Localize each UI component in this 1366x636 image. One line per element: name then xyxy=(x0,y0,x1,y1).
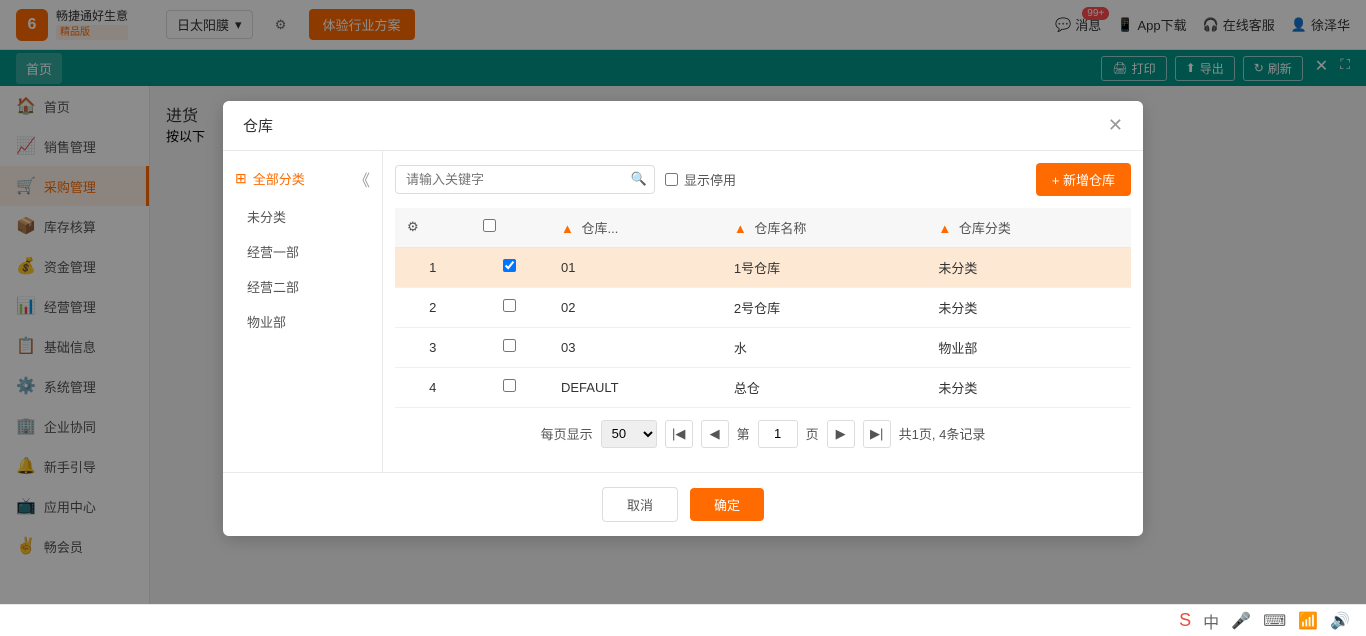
category-item-dept1[interactable]: 经营一部 xyxy=(223,234,382,269)
collapse-button[interactable]: 《 xyxy=(354,167,370,191)
row-category: 未分类 xyxy=(926,287,1131,327)
row-name: 2号仓库 xyxy=(722,287,927,327)
sort-icon-name: ▲ xyxy=(734,221,747,236)
network-icon: 📶 xyxy=(1298,611,1318,631)
modal-body: ⊞ 全部分类 《 未分类 经营一部 经营二部 物业部 🔍 xyxy=(223,151,1143,472)
table-row[interactable]: 2 02 2号仓库 未分类 xyxy=(395,287,1131,327)
row-name: 1号仓库 xyxy=(722,247,927,287)
row-code: DEFAULT xyxy=(549,367,722,407)
row-checkbox[interactable] xyxy=(471,247,549,287)
modal-footer: 取消 确定 xyxy=(223,472,1143,536)
first-page-button[interactable]: |◀ xyxy=(665,420,693,448)
row-num: 3 xyxy=(395,327,471,367)
search-icon: 🔍 xyxy=(631,171,647,187)
modal-header: 仓库 ✕ xyxy=(223,101,1143,151)
category-item-dept2[interactable]: 经营二部 xyxy=(223,269,382,304)
row-code: 02 xyxy=(549,287,722,327)
row-name: 水 xyxy=(722,327,927,367)
search-input[interactable] xyxy=(395,165,655,194)
row-checkbox[interactable] xyxy=(471,367,549,407)
modal-title: 仓库 xyxy=(243,115,273,136)
th-category: ▲ 仓库分类 xyxy=(926,208,1131,248)
volume-icon[interactable]: 🔊 xyxy=(1330,611,1350,631)
per-page-label: 每页显示 xyxy=(541,424,593,443)
next-page-button[interactable]: ▶ xyxy=(827,420,855,448)
show-disabled-label: 显示停用 xyxy=(665,170,736,189)
row-select-checkbox[interactable] xyxy=(503,379,516,392)
cancel-button[interactable]: 取消 xyxy=(602,487,678,522)
row-code: 03 xyxy=(549,327,722,367)
row-category: 未分类 xyxy=(926,367,1131,407)
row-checkbox[interactable] xyxy=(471,287,549,327)
grid-icon: ⊞ xyxy=(235,170,247,187)
row-select-checkbox[interactable] xyxy=(503,299,516,312)
row-num: 4 xyxy=(395,367,471,407)
table-row[interactable]: 4 DEFAULT 总仓 未分类 xyxy=(395,367,1131,407)
bottom-bar: S 中 🎤 ⌨ 📶 🔊 xyxy=(0,604,1366,636)
table-body: 1 01 1号仓库 未分类 2 02 2号仓库 未分类 3 03 水 物业部 4… xyxy=(395,247,1131,407)
confirm-button[interactable]: 确定 xyxy=(690,488,764,521)
th-code: ▲ 仓库... xyxy=(549,208,722,248)
keyboard-icon[interactable]: ⌨ xyxy=(1263,611,1286,631)
total-info: 共1页, 4条记录 xyxy=(899,424,986,443)
table-toolbar: 🔍 显示停用 + 新增仓库 xyxy=(395,163,1131,196)
th-checkbox xyxy=(471,208,549,248)
warehouse-table: ⚙ ▲ 仓库... ▲ xyxy=(395,208,1131,408)
table-header-row: ⚙ ▲ 仓库... ▲ xyxy=(395,208,1131,248)
category-panel: ⊞ 全部分类 《 未分类 经营一部 经营二部 物业部 xyxy=(223,151,383,472)
modal-close-button[interactable]: ✕ xyxy=(1108,115,1123,136)
row-num: 1 xyxy=(395,247,471,287)
row-code: 01 xyxy=(549,247,722,287)
per-page-select[interactable]: 102050100 xyxy=(601,420,657,448)
last-page-button[interactable]: ▶| xyxy=(863,420,891,448)
table-row[interactable]: 1 01 1号仓库 未分类 xyxy=(395,247,1131,287)
table-wrapper: ⚙ ▲ 仓库... ▲ xyxy=(395,208,1131,408)
modal-overlay: 仓库 ✕ ⊞ 全部分类 《 未分类 经营一部 经营二部 物业部 xyxy=(0,0,1366,636)
row-category: 未分类 xyxy=(926,247,1131,287)
show-disabled-checkbox[interactable] xyxy=(665,173,678,186)
sort-icon-cat: ▲ xyxy=(938,221,951,236)
search-wrap: 🔍 xyxy=(395,165,655,194)
th-settings: ⚙ xyxy=(395,208,471,248)
page-label: 第 xyxy=(737,424,750,443)
th-name: ▲ 仓库名称 xyxy=(722,208,927,248)
prev-page-button[interactable]: ◀ xyxy=(701,420,729,448)
row-num: 2 xyxy=(395,287,471,327)
add-warehouse-button[interactable]: + 新增仓库 xyxy=(1036,163,1131,196)
sort-icon: ▲ xyxy=(561,221,574,236)
table-panel: 🔍 显示停用 + 新增仓库 ⚙ xyxy=(383,151,1143,472)
pagination: 每页显示 102050100 |◀ ◀ 第 页 ▶ ▶| 共1页, 4条记录 xyxy=(395,408,1131,460)
page-suffix: 页 xyxy=(806,424,819,443)
category-all[interactable]: ⊞ 全部分类 xyxy=(235,169,305,188)
table-row[interactable]: 3 03 水 物业部 xyxy=(395,327,1131,367)
category-header: ⊞ 全部分类 《 xyxy=(223,159,382,199)
row-select-checkbox[interactable] xyxy=(503,339,516,352)
zh-icon: 中 xyxy=(1203,609,1219,633)
table-head: ⚙ ▲ 仓库... ▲ xyxy=(395,208,1131,248)
row-checkbox[interactable] xyxy=(471,327,549,367)
row-name: 总仓 xyxy=(722,367,927,407)
warehouse-modal: 仓库 ✕ ⊞ 全部分类 《 未分类 经营一部 经营二部 物业部 xyxy=(223,101,1143,536)
row-category: 物业部 xyxy=(926,327,1131,367)
sougou-icon: S xyxy=(1179,610,1191,631)
category-item-property[interactable]: 物业部 xyxy=(223,304,382,339)
row-select-checkbox[interactable] xyxy=(503,259,516,272)
mic-icon[interactable]: 🎤 xyxy=(1231,611,1251,631)
select-all-checkbox[interactable] xyxy=(483,219,496,232)
category-item-unclassified[interactable]: 未分类 xyxy=(223,199,382,234)
page-number-input[interactable] xyxy=(758,420,798,448)
settings-col-icon: ⚙ xyxy=(407,219,419,234)
